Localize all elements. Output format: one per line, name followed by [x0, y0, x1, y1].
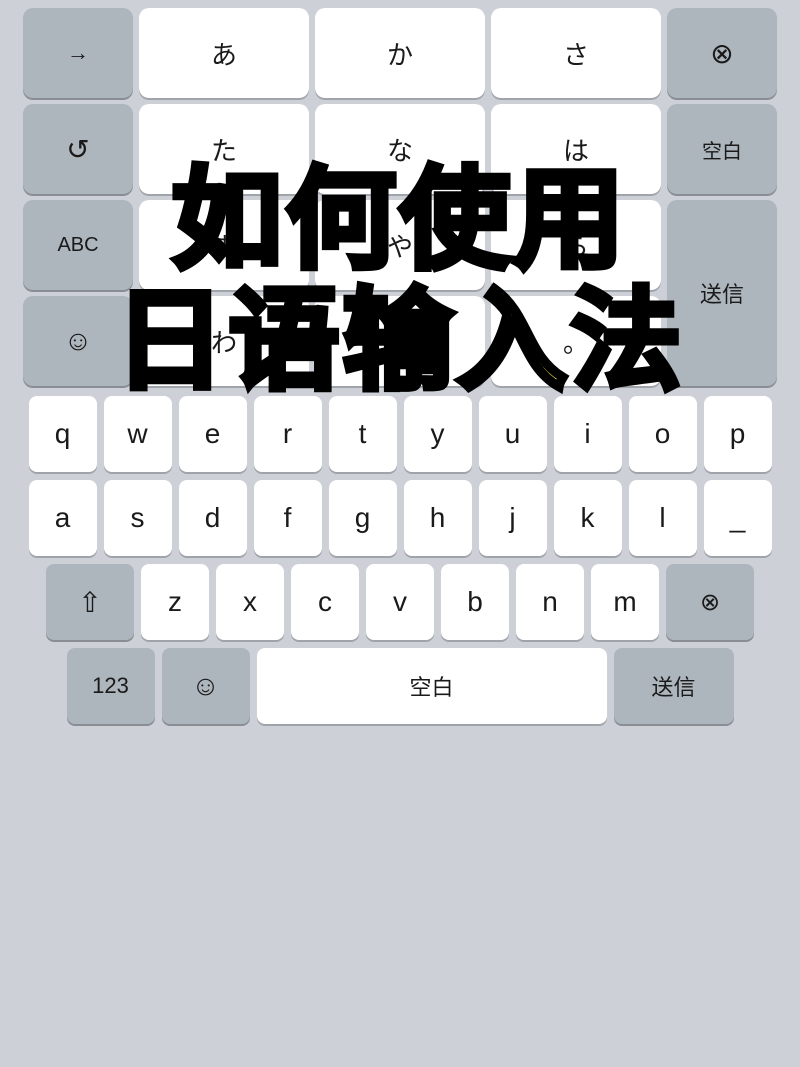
jp-row-1: → あ か さ ⊗: [4, 8, 796, 98]
key-send-jp[interactable]: 送信: [667, 200, 777, 386]
key-n[interactable]: n: [516, 564, 584, 640]
key-undo[interactable]: ↺: [23, 104, 133, 194]
key-i[interactable]: i: [554, 396, 622, 472]
key-o[interactable]: o: [629, 396, 697, 472]
key-p[interactable]: p: [704, 396, 772, 472]
space-key[interactable]: 空白: [257, 648, 607, 724]
key-space-jp[interactable]: 空白: [667, 104, 777, 194]
key-r[interactable]: r: [254, 396, 322, 472]
key-ya[interactable]: や: [315, 200, 485, 290]
key-comma[interactable]: 、: [315, 296, 485, 386]
key-emoji-jp[interactable]: ☺: [23, 296, 133, 386]
key-g[interactable]: g: [329, 480, 397, 556]
key-num[interactable]: 123: [67, 648, 155, 724]
jp-row-2: ↺ た な は 空白: [4, 104, 796, 194]
jp-rows-34: ABC ま や ら ☺ わ 、 。 送信: [4, 200, 796, 386]
key-d[interactable]: d: [179, 480, 247, 556]
key-arrow[interactable]: →: [23, 8, 133, 98]
qwerty-row-q: q w e r t y u i o p: [4, 396, 796, 472]
key-sa[interactable]: さ: [491, 8, 661, 98]
key-q[interactable]: q: [29, 396, 97, 472]
key-y[interactable]: y: [404, 396, 472, 472]
key-h[interactable]: h: [404, 480, 472, 556]
key-underscore[interactable]: _: [704, 480, 772, 556]
key-na[interactable]: な: [315, 104, 485, 194]
shift-key[interactable]: ⇧: [46, 564, 134, 640]
key-b[interactable]: b: [441, 564, 509, 640]
delete-key-jp[interactable]: ⊗: [667, 8, 777, 98]
key-wa[interactable]: わ: [139, 296, 309, 386]
jp-row-3: ABC ま や ら: [23, 200, 661, 290]
key-period[interactable]: 。: [491, 296, 661, 386]
qwerty-bottom-row: 123 ☺ 空白 送信: [4, 648, 796, 724]
qwerty-row-a: a s d f g h j k l _: [4, 480, 796, 556]
key-x[interactable]: x: [216, 564, 284, 640]
key-ra[interactable]: ら: [491, 200, 661, 290]
qwerty-row-z: ⇧ z x c v b n m ⊗: [4, 564, 796, 640]
send-key-qwerty[interactable]: 送信: [614, 648, 734, 724]
key-ta[interactable]: た: [139, 104, 309, 194]
key-z[interactable]: z: [141, 564, 209, 640]
key-s[interactable]: s: [104, 480, 172, 556]
key-v[interactable]: v: [366, 564, 434, 640]
qwerty-section: q w e r t y u i o p a s d f g h j k l _ …: [4, 396, 796, 724]
key-f[interactable]: f: [254, 480, 322, 556]
key-l[interactable]: l: [629, 480, 697, 556]
key-ma[interactable]: ま: [139, 200, 309, 290]
jp-left-cols: ABC ま や ら ☺ わ 、 。: [23, 200, 661, 386]
key-a[interactable]: あ: [139, 8, 309, 98]
key-ka[interactable]: か: [315, 8, 485, 98]
jp-row-4: ☺ わ 、 。: [23, 296, 661, 386]
key-k[interactable]: k: [554, 480, 622, 556]
key-abc[interactable]: ABC: [23, 200, 133, 290]
key-t[interactable]: t: [329, 396, 397, 472]
key-u[interactable]: u: [479, 396, 547, 472]
key-m[interactable]: m: [591, 564, 659, 640]
key-ha[interactable]: は: [491, 104, 661, 194]
key-c[interactable]: c: [291, 564, 359, 640]
key-j[interactable]: j: [479, 480, 547, 556]
key-e[interactable]: e: [179, 396, 247, 472]
key-emoji-qwerty[interactable]: ☺: [162, 648, 250, 724]
key-w[interactable]: w: [104, 396, 172, 472]
delete-key-qwerty[interactable]: ⊗: [666, 564, 754, 640]
jp-keyboard-section: → あ か さ ⊗ ↺ た な は 空白 ABC ま や ら: [4, 8, 796, 386]
keyboard-container: 如何使用 日语输入法 → あ か さ ⊗ ↺ た な は 空白 ABC ま: [0, 0, 800, 1067]
key-a-qwerty[interactable]: a: [29, 480, 97, 556]
